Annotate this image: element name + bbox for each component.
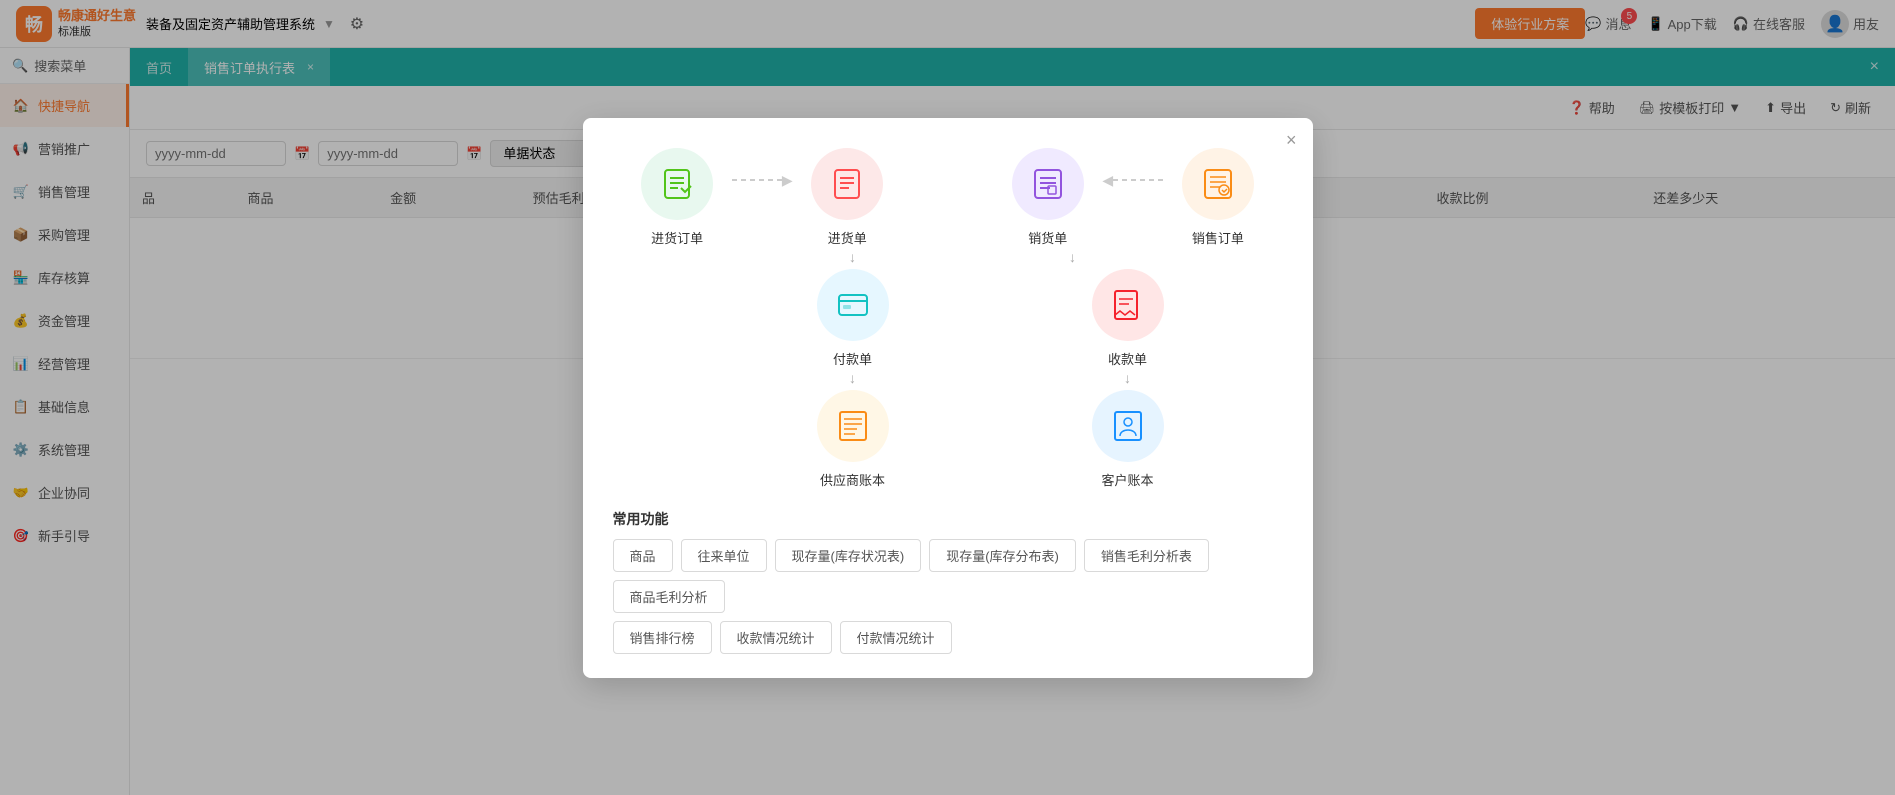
modal-close-btn[interactable]: × — [1286, 130, 1297, 151]
common-btn-sales-profit[interactable]: 销售毛利分析表 — [1084, 539, 1209, 572]
common-btn-goods[interactable]: 商品 — [613, 539, 673, 572]
purchase-order-icon — [641, 148, 713, 220]
common-btn-goods-profit[interactable]: 商品毛利分析 — [613, 580, 725, 613]
common-functions-section: 常用功能 商品 往来单位 现存量(库存状况表) 现存量(库存分布表) 销售毛利分… — [583, 509, 1313, 674]
flow-diagram-area: 进货订单 ▶ 进货单 — [583, 118, 1313, 509]
common-btn-sales-rank[interactable]: 销售排行榜 — [613, 621, 712, 654]
flow-node-sales-order: 销售订单 — [1163, 148, 1272, 247]
flow-node-supplier-account: 供应商账本 — [793, 390, 913, 489]
common-btn-receipt-stats[interactable]: 收款情况统计 — [720, 621, 832, 654]
receipt-bill-label: 收款单 — [1108, 349, 1147, 368]
customer-account-label: 客户账本 — [1101, 470, 1153, 489]
flow-node-purchase-order: 进货订单 — [623, 148, 732, 247]
common-btn-payment-stats[interactable]: 付款情况统计 — [840, 621, 952, 654]
supplier-account-icon — [817, 390, 889, 462]
flow-node-purchase-bill: 进货单 — [793, 148, 902, 247]
receipt-bill-icon — [1092, 269, 1164, 341]
common-btn-counterpart[interactable]: 往来单位 — [681, 539, 767, 572]
common-section-title: 常用功能 — [613, 509, 1283, 529]
common-btn-stock-status[interactable]: 现存量(库存状况表) — [775, 539, 922, 572]
payment-bill-label: 付款单 — [833, 349, 872, 368]
flow-modal: × 进货订单 ▶ — [583, 118, 1313, 678]
flow-node-sales-bill: 销货单 — [993, 148, 1102, 247]
sales-bill-icon — [1012, 148, 1084, 220]
purchase-bill-icon — [811, 148, 883, 220]
common-btn-stock-dist[interactable]: 现存量(库存分布表) — [929, 539, 1076, 572]
flow-node-payment-bill: 付款单 — [793, 269, 913, 368]
modal-overlay[interactable]: × 进货订单 ▶ — [0, 0, 1895, 795]
modal-scrollbar-area: ◀ ▶ — [583, 674, 1313, 678]
purchase-bill-label: 进货单 — [828, 228, 867, 247]
purchase-order-label: 进货订单 — [651, 228, 703, 247]
customer-account-icon — [1092, 390, 1164, 462]
sales-order-label: 销售订单 — [1192, 228, 1244, 247]
flow-node-receipt-bill: 收款单 — [1068, 269, 1188, 368]
sales-bill-label: 销货单 — [1028, 228, 1067, 247]
common-buttons-container: 商品 往来单位 现存量(库存状况表) 现存量(库存分布表) 销售毛利分析表 商品… — [613, 539, 1283, 613]
flow-node-customer-account: 客户账本 — [1068, 390, 1188, 489]
supplier-account-label: 供应商账本 — [820, 470, 885, 489]
common-buttons-row2: 销售排行榜 收款情况统计 付款情况统计 — [613, 621, 1283, 654]
app-container: 畅 畅康通好生意 标准版 装备及固定资产辅助管理系统 ▼ ⚙ 体验行业方案 💬 … — [0, 0, 1895, 795]
payment-bill-icon — [817, 269, 889, 341]
sales-order-icon — [1182, 148, 1254, 220]
